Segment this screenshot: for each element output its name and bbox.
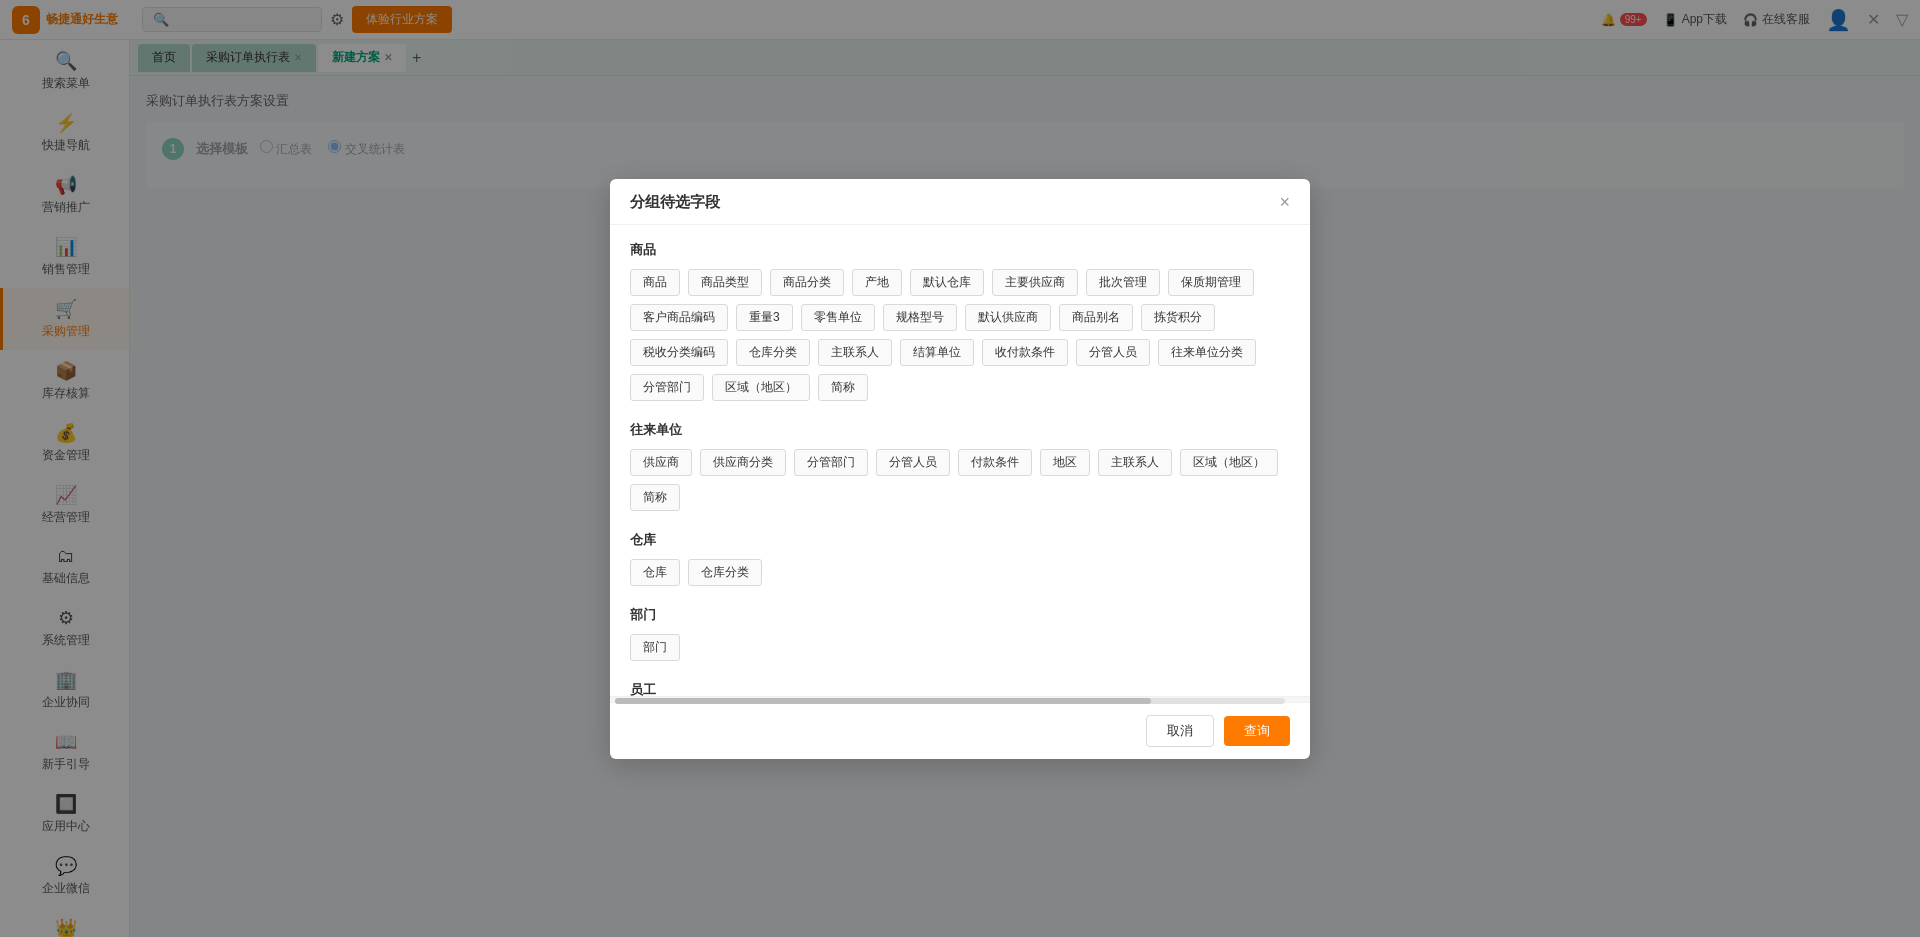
section-partner-title: 往来单位: [630, 421, 1290, 439]
field-tag[interactable]: 区域（地区）: [1180, 449, 1278, 476]
field-tag[interactable]: 仓库: [630, 559, 680, 586]
field-tag[interactable]: 重量3: [736, 304, 793, 331]
section-employee: 员工 业务员: [630, 681, 1290, 696]
field-tag[interactable]: 分管人员: [876, 449, 950, 476]
modal-close-button[interactable]: ×: [1279, 193, 1290, 211]
section-warehouse-title: 仓库: [630, 531, 1290, 549]
field-tag[interactable]: 产地: [852, 269, 902, 296]
field-tag[interactable]: 商品: [630, 269, 680, 296]
field-tag[interactable]: 主联系人: [1098, 449, 1172, 476]
confirm-button[interactable]: 查询: [1224, 716, 1290, 746]
modal-header: 分组待选字段 ×: [610, 179, 1310, 225]
field-tag[interactable]: 商品别名: [1059, 304, 1133, 331]
section-warehouse: 仓库 仓库 仓库分类: [630, 531, 1290, 586]
section-department: 部门 部门: [630, 606, 1290, 661]
field-tag[interactable]: 分管部门: [630, 374, 704, 401]
section-goods-title: 商品: [630, 241, 1290, 259]
field-tag[interactable]: 分管部门: [794, 449, 868, 476]
goods-tags: 商品 商品类型 商品分类 产地 默认仓库 主要供应商 批次管理 保质期管理 客户…: [630, 269, 1290, 401]
field-tag[interactable]: 部门: [630, 634, 680, 661]
field-tag[interactable]: 收付款条件: [982, 339, 1068, 366]
field-tag[interactable]: 保质期管理: [1168, 269, 1254, 296]
field-tag[interactable]: 仓库分类: [736, 339, 810, 366]
field-tag[interactable]: 主联系人: [818, 339, 892, 366]
modal-footer: 取消 查询: [610, 702, 1310, 759]
cancel-button[interactable]: 取消: [1146, 715, 1214, 747]
field-tag[interactable]: 供应商: [630, 449, 692, 476]
field-tag[interactable]: 付款条件: [958, 449, 1032, 476]
field-tag[interactable]: 简称: [630, 484, 680, 511]
field-tag[interactable]: 默认供应商: [965, 304, 1051, 331]
field-tag[interactable]: 规格型号: [883, 304, 957, 331]
modal-overlay: 分组待选字段 × 商品 商品 商品类型 商品分类 产地 默认仓库 主要供应商 批…: [0, 0, 1920, 937]
field-tag[interactable]: 批次管理: [1086, 269, 1160, 296]
field-tag[interactable]: 商品分类: [770, 269, 844, 296]
department-tags: 部门: [630, 634, 1290, 661]
field-tag[interactable]: 结算单位: [900, 339, 974, 366]
field-tag[interactable]: 简称: [818, 374, 868, 401]
field-tag[interactable]: 零售单位: [801, 304, 875, 331]
field-tag[interactable]: 拣货积分: [1141, 304, 1215, 331]
field-tag[interactable]: 分管人员: [1076, 339, 1150, 366]
field-tag[interactable]: 地区: [1040, 449, 1090, 476]
field-tag[interactable]: 供应商分类: [700, 449, 786, 476]
field-tag[interactable]: 税收分类编码: [630, 339, 728, 366]
field-tag[interactable]: 往来单位分类: [1158, 339, 1256, 366]
modal-title: 分组待选字段: [630, 193, 720, 212]
field-select-modal: 分组待选字段 × 商品 商品 商品类型 商品分类 产地 默认仓库 主要供应商 批…: [610, 179, 1310, 759]
field-tag[interactable]: 仓库分类: [688, 559, 762, 586]
scroll-track: [615, 698, 1285, 704]
modal-body[interactable]: 商品 商品 商品类型 商品分类 产地 默认仓库 主要供应商 批次管理 保质期管理…: [610, 225, 1310, 696]
horizontal-scrollbar[interactable]: [610, 696, 1310, 702]
section-partner: 往来单位 供应商 供应商分类 分管部门 分管人员 付款条件 地区 主联系人 区域…: [630, 421, 1290, 511]
warehouse-tags: 仓库 仓库分类: [630, 559, 1290, 586]
field-tag[interactable]: 客户商品编码: [630, 304, 728, 331]
section-employee-title: 员工: [630, 681, 1290, 696]
field-tag[interactable]: 主要供应商: [992, 269, 1078, 296]
section-goods: 商品 商品 商品类型 商品分类 产地 默认仓库 主要供应商 批次管理 保质期管理…: [630, 241, 1290, 401]
scroll-thumb[interactable]: [615, 698, 1151, 704]
field-tag[interactable]: 默认仓库: [910, 269, 984, 296]
section-department-title: 部门: [630, 606, 1290, 624]
field-tag[interactable]: 商品类型: [688, 269, 762, 296]
field-tag[interactable]: 区域（地区）: [712, 374, 810, 401]
partner-tags: 供应商 供应商分类 分管部门 分管人员 付款条件 地区 主联系人 区域（地区） …: [630, 449, 1290, 511]
